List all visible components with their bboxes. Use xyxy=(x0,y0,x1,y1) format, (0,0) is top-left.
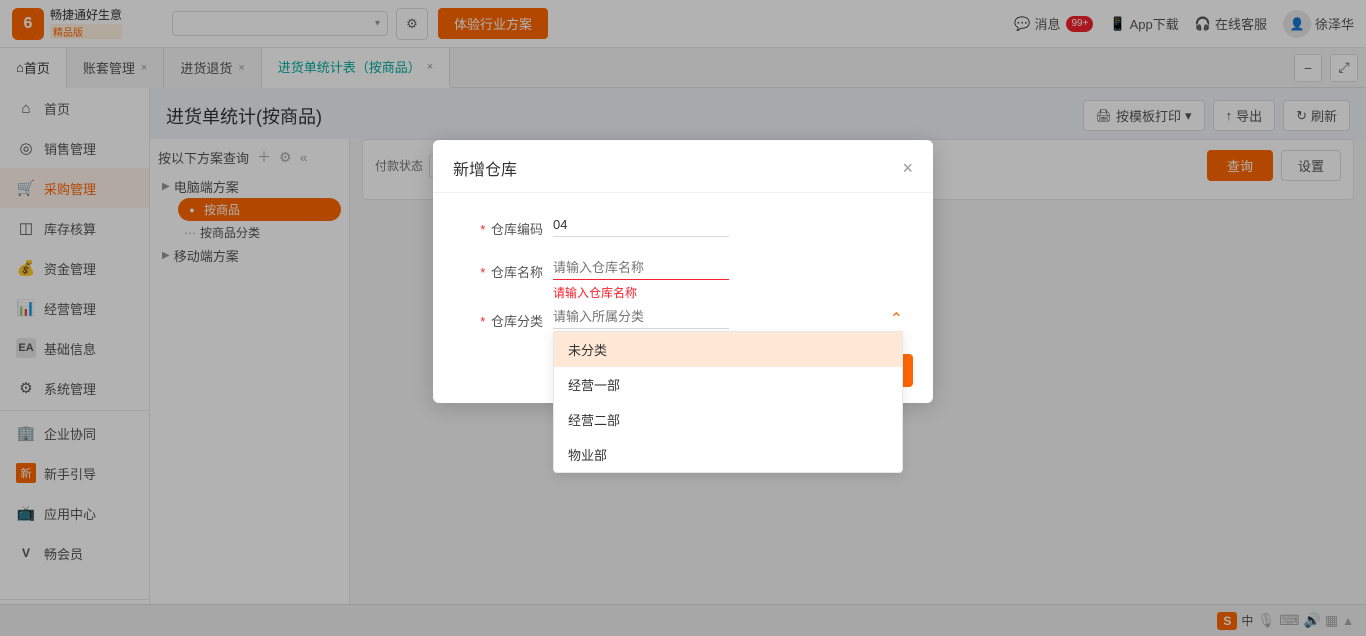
warehouse-name-input[interactable] xyxy=(553,256,729,280)
dropdown-item-uncategorized[interactable]: 未分类 xyxy=(554,332,902,367)
warehouse-name-wrapper: 请输入仓库名称 xyxy=(553,256,903,280)
warehouse-category-row: * 仓库分类 ⌃ 未分类 经营一部 经营二部 物业部 xyxy=(463,305,903,330)
modal-close-button[interactable]: × xyxy=(902,159,913,177)
warehouse-code-input[interactable] xyxy=(553,213,729,237)
warehouse-category-label: * 仓库分类 xyxy=(463,305,543,330)
dropdown-item-dept3[interactable]: 物业部 xyxy=(554,437,902,472)
warehouse-code-label: * 仓库编码 xyxy=(463,213,543,238)
warehouse-code-row: * 仓库编码 xyxy=(463,213,903,238)
warehouse-name-error: 请输入仓库名称 xyxy=(553,284,637,301)
dropdown-item-dept1[interactable]: 经营一部 xyxy=(554,367,902,402)
category-dropdown-menu: 未分类 经营一部 经营二部 物业部 xyxy=(553,331,903,473)
dropdown-item-dept2[interactable]: 经营二部 xyxy=(554,402,902,437)
warehouse-name-row: * 仓库名称 请输入仓库名称 xyxy=(463,256,903,281)
modal-body: * 仓库编码 * 仓库名称 请输入仓库名称 * 仓库分类 xyxy=(433,193,933,338)
category-dropdown-toggle[interactable]: ⌃ xyxy=(890,309,903,329)
warehouse-name-label: * 仓库名称 xyxy=(463,256,543,281)
add-warehouse-modal: 新增仓库 × * 仓库编码 * 仓库名称 请输入仓库名称 xyxy=(433,140,933,403)
modal-title: 新增仓库 xyxy=(453,156,517,180)
warehouse-category-wrapper: ⌃ 未分类 经营一部 经营二部 物业部 xyxy=(553,305,903,329)
warehouse-code-wrapper xyxy=(553,213,903,237)
warehouse-category-input[interactable] xyxy=(553,305,729,329)
modal-header: 新增仓库 × xyxy=(433,140,933,193)
